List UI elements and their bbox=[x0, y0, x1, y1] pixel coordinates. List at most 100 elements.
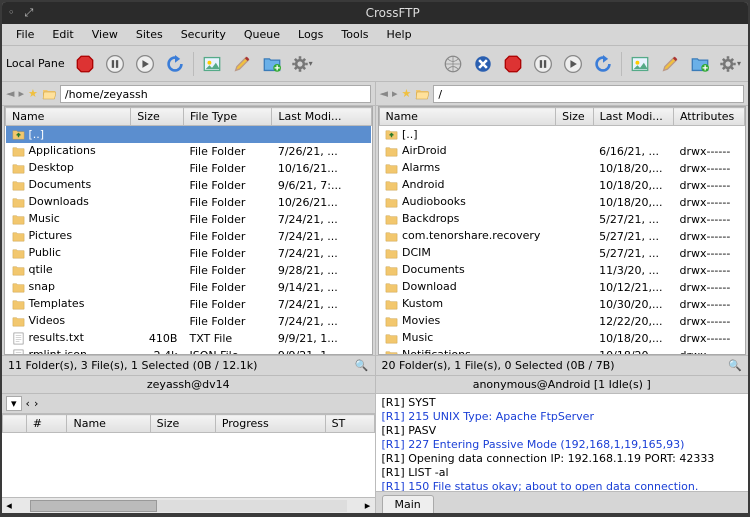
view-image-button[interactable] bbox=[198, 50, 226, 78]
queue-prev-icon[interactable]: ‹ bbox=[26, 397, 30, 410]
remote-path-input[interactable]: / bbox=[433, 85, 744, 103]
log-output[interactable]: [R1] SYST[R1] 215 UNIX Type: Apache FtpS… bbox=[376, 394, 749, 491]
back-icon[interactable]: ◄ bbox=[6, 87, 14, 100]
folder-icon bbox=[385, 247, 399, 260]
forward-icon[interactable]: ▸ bbox=[392, 87, 398, 100]
table-row[interactable]: PublicFile Folder7/24/21, ... bbox=[6, 245, 372, 262]
table-row[interactable]: Audiobooks10/18/20,...drwx------ bbox=[379, 194, 745, 211]
remote-view-image-button[interactable] bbox=[626, 50, 654, 78]
table-row[interactable]: PicturesFile Folder7/24/21, ... bbox=[6, 228, 372, 245]
remote-edit-button[interactable] bbox=[656, 50, 684, 78]
menu-edit[interactable]: Edit bbox=[44, 26, 81, 43]
col-header[interactable]: Progress bbox=[215, 415, 325, 433]
col-header[interactable] bbox=[3, 415, 27, 433]
table-row[interactable]: ApplicationsFile Folder7/26/21, ... bbox=[6, 143, 372, 160]
table-row[interactable]: DCIM5/27/21, ...drwx------ bbox=[379, 245, 745, 262]
col-header[interactable]: ST bbox=[325, 415, 374, 433]
table-row[interactable]: [..] bbox=[6, 126, 372, 143]
table-row[interactable]: MusicFile Folder7/24/21, ... bbox=[6, 211, 372, 228]
table-row[interactable]: Notifications10/18/20,...drwx------ bbox=[379, 347, 745, 356]
local-path-input[interactable]: /home/zeyassh bbox=[60, 85, 371, 103]
folder-icon bbox=[385, 315, 399, 328]
remote-pause-button[interactable] bbox=[529, 50, 557, 78]
edit-button[interactable] bbox=[228, 50, 256, 78]
folder-icon bbox=[385, 230, 399, 243]
log-line: [R1] 227 Entering Passive Mode (192,168,… bbox=[382, 438, 743, 452]
menu-security[interactable]: Security bbox=[173, 26, 234, 43]
refresh-button[interactable] bbox=[161, 50, 189, 78]
table-row[interactable]: [..] bbox=[379, 126, 745, 143]
table-row[interactable]: AirDroid6/16/21, ...drwx------ bbox=[379, 143, 745, 160]
queue-dropdown-icon[interactable]: ▾ bbox=[6, 396, 22, 411]
search-icon[interactable]: 🔍 bbox=[355, 359, 369, 372]
window-pin-icon[interactable]: ⤢ bbox=[25, 6, 34, 20]
bookmark-icon[interactable]: ★ bbox=[28, 87, 38, 100]
col-header[interactable]: File Type bbox=[183, 108, 271, 126]
table-row[interactable]: Documents11/3/20, ...drwx------ bbox=[379, 262, 745, 279]
remote-globe-button[interactable] bbox=[439, 50, 467, 78]
remote-stop-button[interactable] bbox=[499, 50, 527, 78]
col-header[interactable]: Name bbox=[6, 108, 131, 126]
new-folder-button[interactable] bbox=[258, 50, 286, 78]
queue-scrollbar[interactable]: ◂▸ bbox=[2, 497, 375, 513]
table-row[interactable]: VideosFile Folder7/24/21, ... bbox=[6, 313, 372, 330]
remote-disconnect-button[interactable] bbox=[469, 50, 497, 78]
menu-tools[interactable]: Tools bbox=[333, 26, 376, 43]
settings-button[interactable]: ▾ bbox=[288, 50, 316, 78]
col-header[interactable]: Size bbox=[556, 108, 594, 126]
col-header[interactable]: Attributes bbox=[673, 108, 744, 126]
forward-icon[interactable]: ▸ bbox=[18, 87, 24, 100]
play-button[interactable] bbox=[131, 50, 159, 78]
menu-sites[interactable]: Sites bbox=[128, 26, 171, 43]
remote-file-list[interactable]: NameSizeLast Modi...Attributes[..]AirDro… bbox=[378, 106, 747, 355]
table-row[interactable]: snapFile Folder9/14/21, ... bbox=[6, 279, 372, 296]
stop-button[interactable] bbox=[71, 50, 99, 78]
table-row[interactable]: Music10/18/20,...drwx------ bbox=[379, 330, 745, 347]
table-row[interactable]: Kustom10/30/20,...drwx------ bbox=[379, 296, 745, 313]
table-row[interactable]: DownloadsFile Folder10/26/21... bbox=[6, 194, 372, 211]
remote-new-folder-button[interactable] bbox=[686, 50, 714, 78]
menu-help[interactable]: Help bbox=[379, 26, 420, 43]
local-file-list[interactable]: NameSizeFile TypeLast Modi...[..]Applica… bbox=[4, 106, 373, 355]
menu-view[interactable]: View bbox=[84, 26, 126, 43]
col-header[interactable]: Name bbox=[67, 415, 150, 433]
table-row[interactable]: Download10/12/21,...drwx------ bbox=[379, 279, 745, 296]
col-header[interactable]: # bbox=[26, 415, 67, 433]
log-pane: [R1] SYST[R1] 215 UNIX Type: Apache FtpS… bbox=[376, 394, 749, 513]
menu-queue[interactable]: Queue bbox=[236, 26, 288, 43]
search-icon[interactable]: 🔍 bbox=[728, 359, 742, 372]
remote-refresh-button[interactable] bbox=[589, 50, 617, 78]
table-row[interactable]: Movies12/22/20,...drwx------ bbox=[379, 313, 745, 330]
back-icon[interactable]: ◄ bbox=[380, 87, 388, 100]
pause-button[interactable] bbox=[101, 50, 129, 78]
queue-body[interactable] bbox=[2, 433, 375, 497]
table-row[interactable]: Android10/18/20,...drwx------ bbox=[379, 177, 745, 194]
table-row[interactable]: DesktopFile Folder10/16/21... bbox=[6, 160, 372, 177]
col-header[interactable]: Size bbox=[131, 108, 184, 126]
table-row[interactable]: Backdrops5/27/21, ...drwx------ bbox=[379, 211, 745, 228]
window-menu-icon[interactable]: ◦ bbox=[8, 6, 15, 20]
col-header[interactable]: Last Modi... bbox=[593, 108, 673, 126]
menu-file[interactable]: File bbox=[8, 26, 42, 43]
menu-logs[interactable]: Logs bbox=[290, 26, 331, 43]
table-row[interactable]: qtileFile Folder9/28/21, ... bbox=[6, 262, 372, 279]
bookmark-icon[interactable]: ★ bbox=[402, 87, 412, 100]
folder-icon bbox=[385, 179, 399, 192]
table-row[interactable]: results.txt410BTXT File9/9/21, 1... bbox=[6, 330, 372, 347]
table-row[interactable]: Alarms10/18/20,...drwx------ bbox=[379, 160, 745, 177]
table-row[interactable]: com.tenorshare.recovery5/27/21, ...drwx-… bbox=[379, 228, 745, 245]
table-row[interactable]: TemplatesFile Folder7/24/21, ... bbox=[6, 296, 372, 313]
remote-play-button[interactable] bbox=[559, 50, 587, 78]
col-header[interactable]: Name bbox=[379, 108, 556, 126]
queue-next-icon[interactable]: › bbox=[34, 397, 38, 410]
col-header[interactable]: Last Modi... bbox=[272, 108, 371, 126]
table-row[interactable]: DocumentsFile Folder9/6/21, 7:... bbox=[6, 177, 372, 194]
remote-settings-button[interactable]: ▾ bbox=[716, 50, 744, 78]
titlebar: ◦ ⤢ CrossFTP bbox=[2, 2, 748, 24]
toolbar: Local Pane ▾ ▾ bbox=[2, 46, 748, 82]
log-tab-main[interactable]: Main bbox=[382, 495, 434, 513]
table-row[interactable]: rmlint.json2.4kJSON File9/9/21, 1... bbox=[6, 347, 372, 356]
folder-icon bbox=[385, 264, 399, 277]
log-tabs: Main bbox=[376, 491, 749, 513]
col-header[interactable]: Size bbox=[150, 415, 215, 433]
